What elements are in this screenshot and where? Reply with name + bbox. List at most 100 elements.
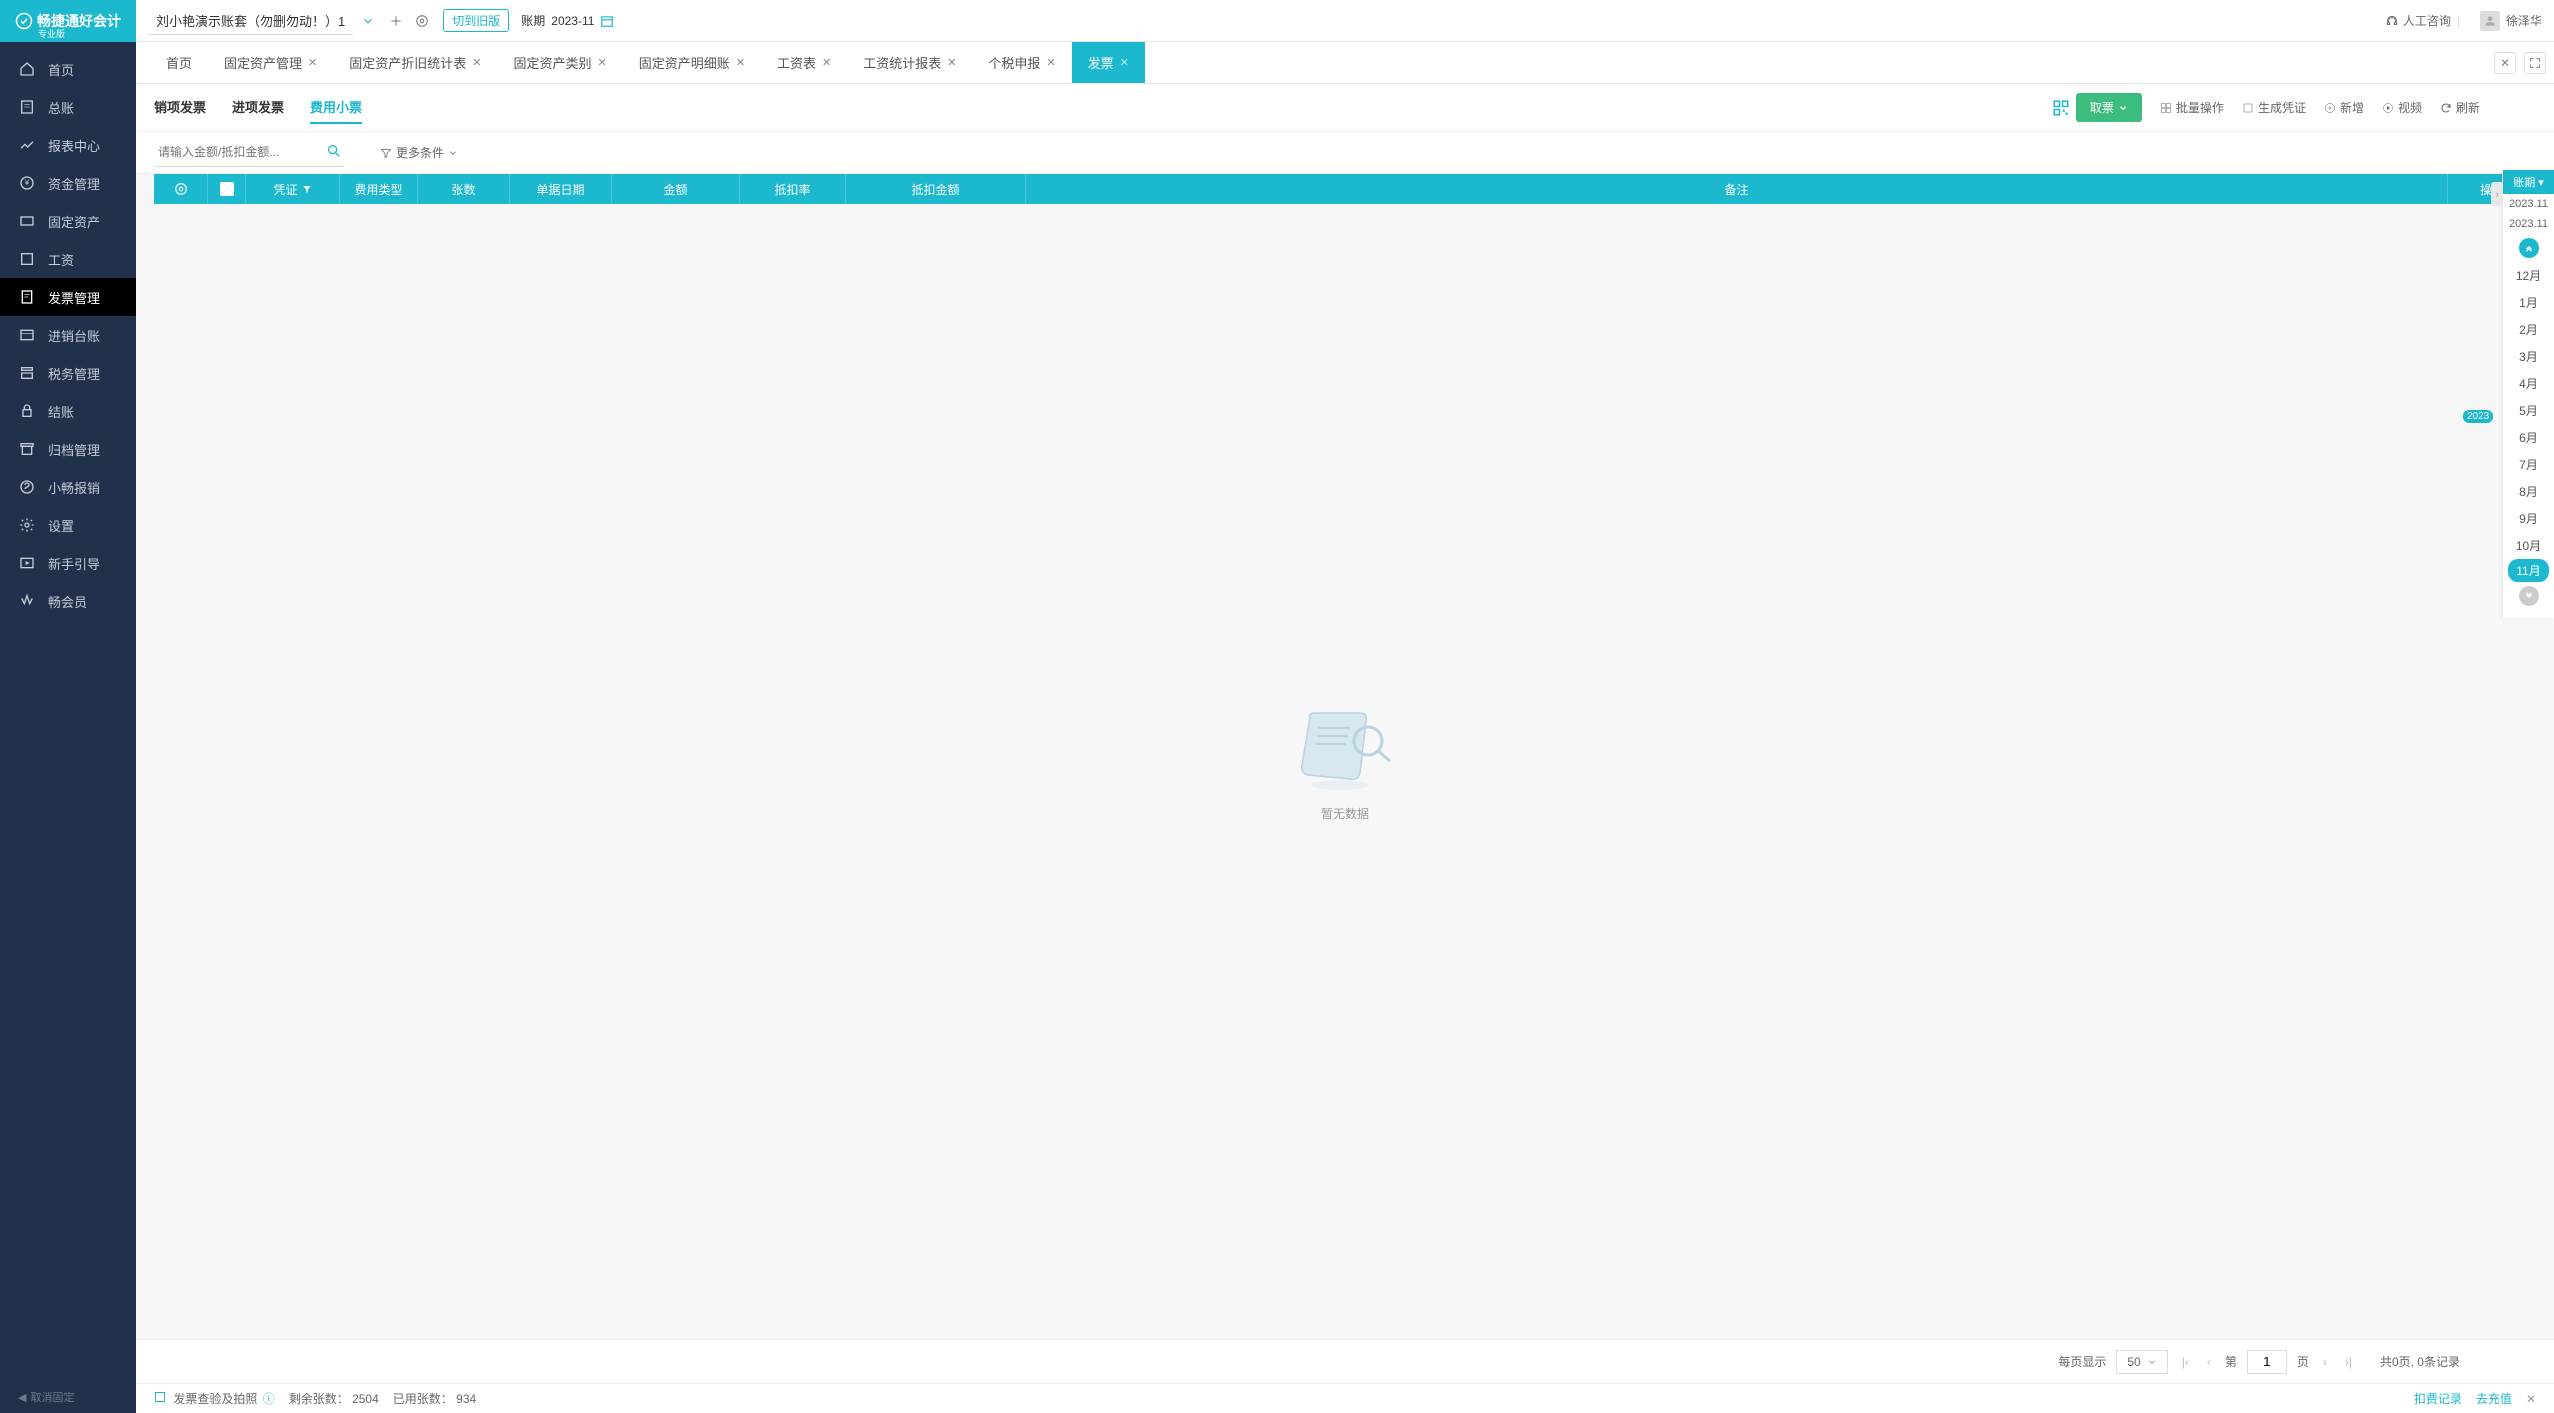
rail-month-10[interactable]: 10月	[2516, 532, 2541, 559]
subtab-expense[interactable]: 费用小票	[310, 91, 362, 124]
filter-icon[interactable]	[302, 184, 312, 194]
prev-page-button[interactable]: ‹	[2203, 1355, 2215, 1369]
recharge-link[interactable]: 去充值	[2476, 1390, 2512, 1407]
rail-down-button[interactable]	[2519, 586, 2539, 606]
close-icon[interactable]: ✕	[947, 56, 956, 69]
fullscreen-button[interactable]	[2524, 52, 2546, 74]
invoice-icon	[18, 288, 36, 306]
table-body-empty: 暂无数据	[154, 204, 2536, 1321]
th-checkbox[interactable]	[208, 174, 246, 204]
sidebar-item-label: 归档管理	[48, 440, 100, 459]
tab-tax-filing[interactable]: 个税申报✕	[972, 42, 1071, 83]
rail-month-6[interactable]: 6月	[2519, 424, 2538, 451]
rail-month-3[interactable]: 3月	[2519, 343, 2538, 370]
rail-month-12[interactable]: 12月	[2516, 262, 2541, 289]
table-header: 凭证 费用类型 张数 单据日期 金额 抵扣率 抵扣金额 备注 操作	[154, 174, 2536, 204]
close-icon[interactable]: ✕	[2526, 1392, 2536, 1406]
sidebar-item-ledger[interactable]: 总账	[0, 88, 136, 126]
rail-up-button[interactable]	[2519, 238, 2539, 258]
subtab-purchase[interactable]: 进项发票	[232, 91, 284, 124]
rail-head[interactable]: 账期 ▾	[2503, 170, 2554, 194]
close-icon[interactable]: ✕	[822, 56, 831, 69]
per-page-select[interactable]: 50	[2116, 1350, 2167, 1374]
close-icon[interactable]: ✕	[736, 56, 745, 69]
rail-collapse-button[interactable]: ›	[2491, 182, 2503, 206]
sidebar-item-funds[interactable]: ¥资金管理	[0, 164, 136, 202]
sidebar-item-inventory[interactable]: 进销台账	[0, 316, 136, 354]
next-page-button[interactable]: ›	[2319, 1355, 2331, 1369]
calendar-icon[interactable]	[600, 14, 614, 28]
batch-button[interactable]: 批量操作	[2160, 99, 2224, 116]
close-icon[interactable]: ✕	[1120, 56, 1129, 69]
used-section: 已用张数： 934	[393, 1390, 476, 1407]
rail-month-1[interactable]: 1月	[2519, 289, 2538, 316]
sidebar-item-expense[interactable]: 小畅报销	[0, 468, 136, 506]
batch-icon	[2160, 102, 2172, 114]
page-label-pre: 第	[2225, 1353, 2237, 1370]
sidebar-item-payroll[interactable]: 工资	[0, 240, 136, 278]
tab-label: 工资表	[777, 53, 816, 72]
sidebar-item-tax[interactable]: 税务管理	[0, 354, 136, 392]
tab-payroll-stats[interactable]: 工资统计报表✕	[847, 42, 972, 83]
account-selector[interactable]: 刘小艳演示账套（勿删勿动！）1	[148, 7, 353, 35]
tab-asset-cat[interactable]: 固定资产类别✕	[497, 42, 622, 83]
sidebar-item-assets[interactable]: 固定资产	[0, 202, 136, 240]
gen-voucher-button[interactable]: 生成凭证	[2242, 99, 2306, 116]
tab-invoice[interactable]: 发票✕	[1072, 42, 1145, 83]
close-icon[interactable]: ✕	[308, 56, 317, 69]
main: 刘小艳演示账套（勿删勿动！）1 切到旧版 账期 2023-11 人工咨询 | 徐…	[136, 0, 2554, 1413]
year-badge: 2023	[2463, 410, 2493, 423]
sidebar-unpin[interactable]: ◀ 取消固定	[0, 1381, 136, 1413]
tab-payroll[interactable]: 工资表 ✕	[761, 42, 847, 83]
chevron-down-icon[interactable]	[361, 14, 375, 28]
rail-month-5[interactable]: 5月	[2519, 397, 2538, 424]
account-name-text: 刘小艳演示账套（勿删勿动！）1	[156, 11, 345, 30]
rail-month-9[interactable]: 9月	[2519, 505, 2538, 532]
search-input[interactable]	[154, 139, 344, 167]
get-invoice-button[interactable]: 取票	[2076, 93, 2142, 122]
sidebar-item-home[interactable]: 首页	[0, 50, 136, 88]
switch-version-button[interactable]: 切到旧版	[443, 9, 509, 32]
tab-assets[interactable]: 固定资产管理✕	[208, 42, 333, 83]
sidebar-item-reports[interactable]: 报表中心	[0, 126, 136, 164]
gear-icon[interactable]	[415, 14, 429, 28]
tab-asset-detail[interactable]: 固定资产明细账✕	[623, 42, 761, 83]
tab-home[interactable]: 首页	[150, 42, 208, 83]
th-settings[interactable]	[154, 174, 208, 204]
close-all-tabs-button[interactable]: ✕	[2494, 52, 2516, 74]
close-icon[interactable]: ✕	[472, 56, 481, 69]
support-button[interactable]: 人工咨询	[2385, 12, 2451, 29]
tab-depreciation[interactable]: 固定资产折旧统计表✕	[333, 42, 497, 83]
sidebar-item-invoice[interactable]: 发票管理	[0, 278, 136, 316]
video-button[interactable]: 视频	[2382, 99, 2422, 116]
rail-month-11[interactable]: 11月	[2508, 559, 2548, 582]
sidebar-item-archive[interactable]: 归档管理	[0, 430, 136, 468]
sidebar-item-settings[interactable]: 设置	[0, 506, 136, 544]
close-icon[interactable]: ✕	[598, 56, 607, 69]
rail-month-8[interactable]: 8月	[2519, 478, 2538, 505]
subtab-sales[interactable]: 销项发票	[154, 91, 206, 124]
sidebar-item-member[interactable]: 畅会员	[0, 582, 136, 620]
more-filter-button[interactable]: 更多条件	[380, 144, 458, 161]
first-page-button[interactable]: |‹	[2178, 1355, 2193, 1369]
rail-month-2[interactable]: 2月	[2519, 316, 2538, 343]
empty-text: 暂无数据	[1321, 805, 1369, 822]
last-page-button[interactable]: ›|	[2341, 1355, 2356, 1369]
close-icon[interactable]: ✕	[1046, 56, 1055, 69]
more-filter-label: 更多条件	[396, 144, 444, 161]
sidebar-item-guide[interactable]: 新手引导	[0, 544, 136, 582]
rail-month-7[interactable]: 7月	[2519, 451, 2538, 478]
search-icon[interactable]	[326, 143, 342, 159]
deduct-log-link[interactable]: 扣费记录	[2414, 1390, 2462, 1407]
plus-icon[interactable]	[389, 14, 403, 28]
page-input[interactable]	[2247, 1350, 2287, 1374]
chevron-down-icon	[2118, 103, 2128, 113]
user-menu[interactable]: 徐泽华	[2480, 11, 2542, 31]
info-icon[interactable]: ⓘ	[263, 1392, 275, 1406]
rail-month-4[interactable]: 4月	[2519, 370, 2538, 397]
sidebar-item-label: 发票管理	[48, 288, 100, 307]
new-button[interactable]: 新增	[2324, 99, 2364, 116]
refresh-button[interactable]: 刷新	[2440, 99, 2480, 116]
sidebar-item-close[interactable]: 结账	[0, 392, 136, 430]
qr-icon[interactable]	[2052, 99, 2070, 117]
